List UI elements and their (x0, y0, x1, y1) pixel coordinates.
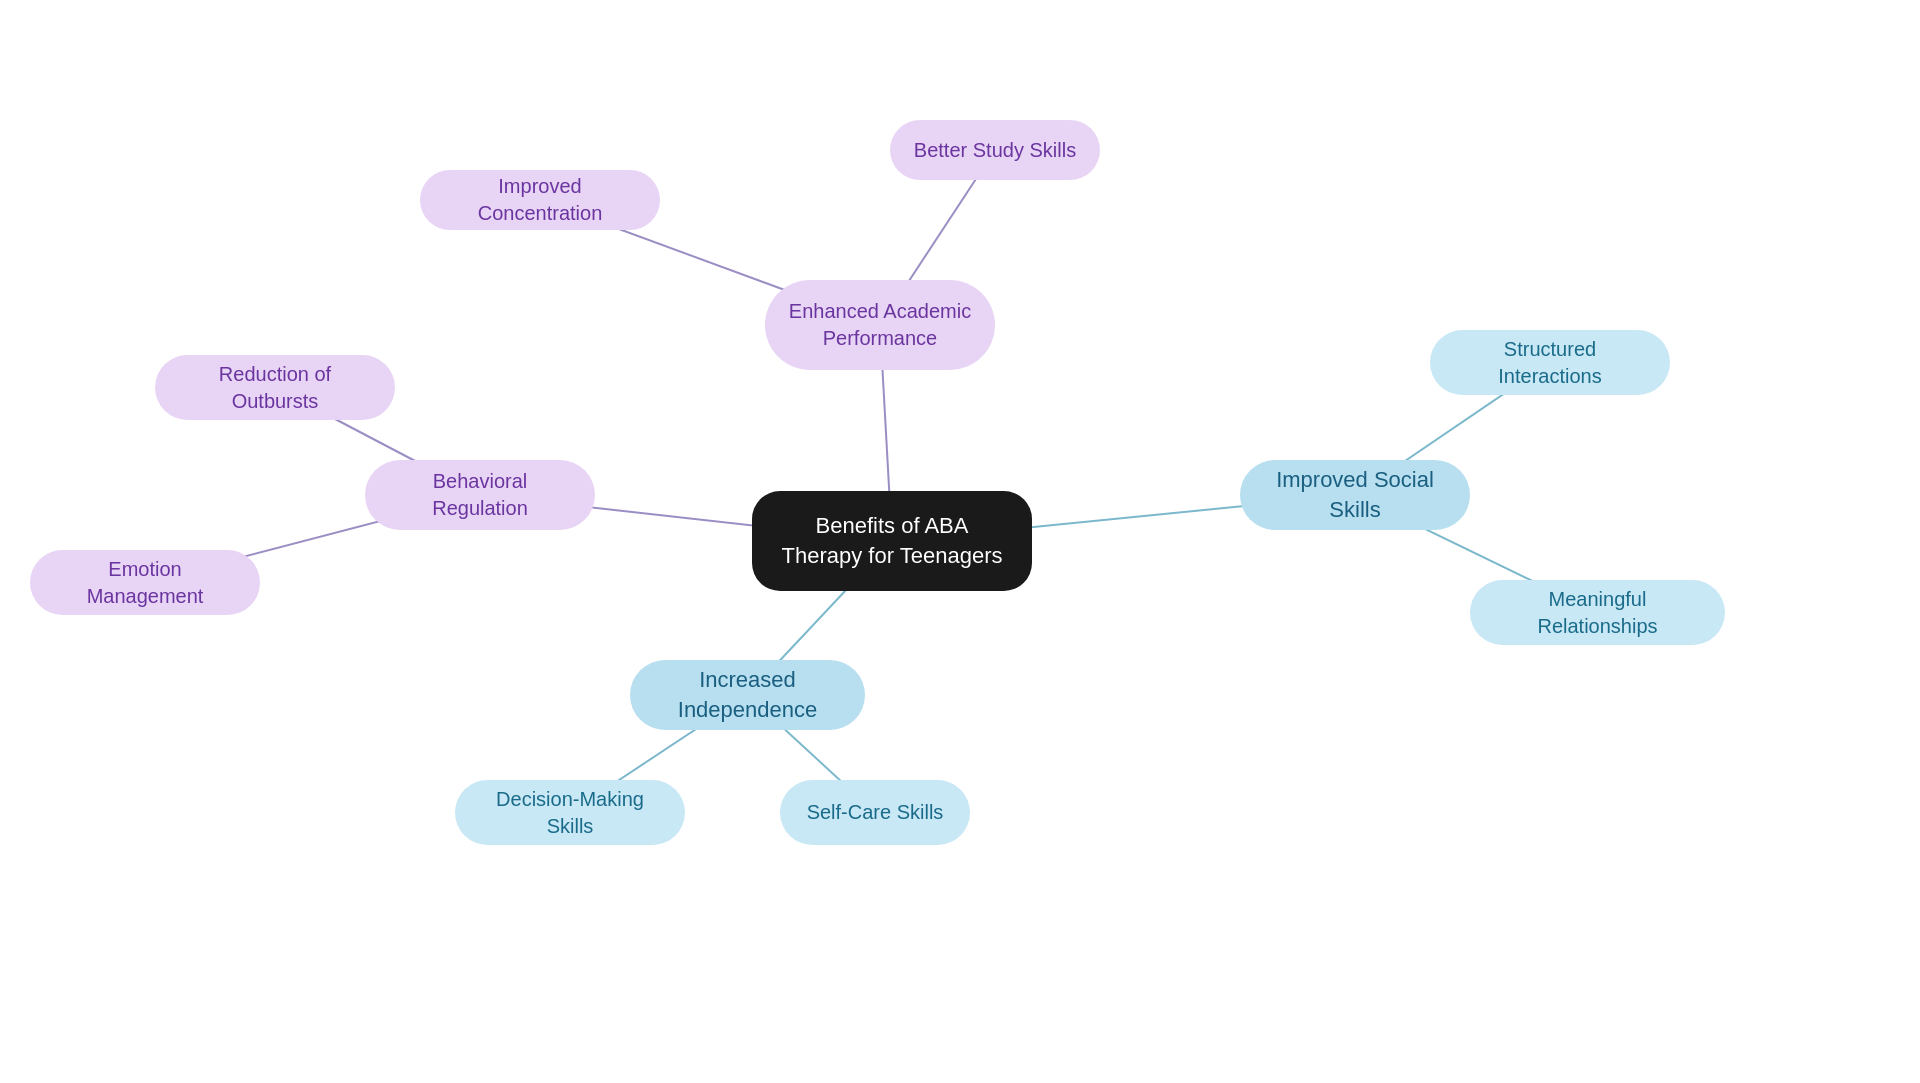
decision-making-node: Decision-Making Skills (455, 780, 685, 845)
meaningful-relationships-node: Meaningful Relationships (1470, 580, 1725, 645)
structured-interactions-node: Structured Interactions (1430, 330, 1670, 395)
increased-independence-node: Increased Independence (630, 660, 865, 730)
behavioral-regulation-node: Behavioral Regulation (365, 460, 595, 530)
self-care-node: Self-Care Skills (780, 780, 970, 845)
better-study-node: Better Study Skills (890, 120, 1100, 180)
center-node: Benefits of ABA Therapy for Teenagers (752, 491, 1032, 591)
enhanced-academic-node: Enhanced Academic Performance (765, 280, 995, 370)
improved-concentration-node: Improved Concentration (420, 170, 660, 230)
reduction-outbursts-node: Reduction of Outbursts (155, 355, 395, 420)
improved-social-node: Improved Social Skills (1240, 460, 1470, 530)
emotion-management-node: Emotion Management (30, 550, 260, 615)
